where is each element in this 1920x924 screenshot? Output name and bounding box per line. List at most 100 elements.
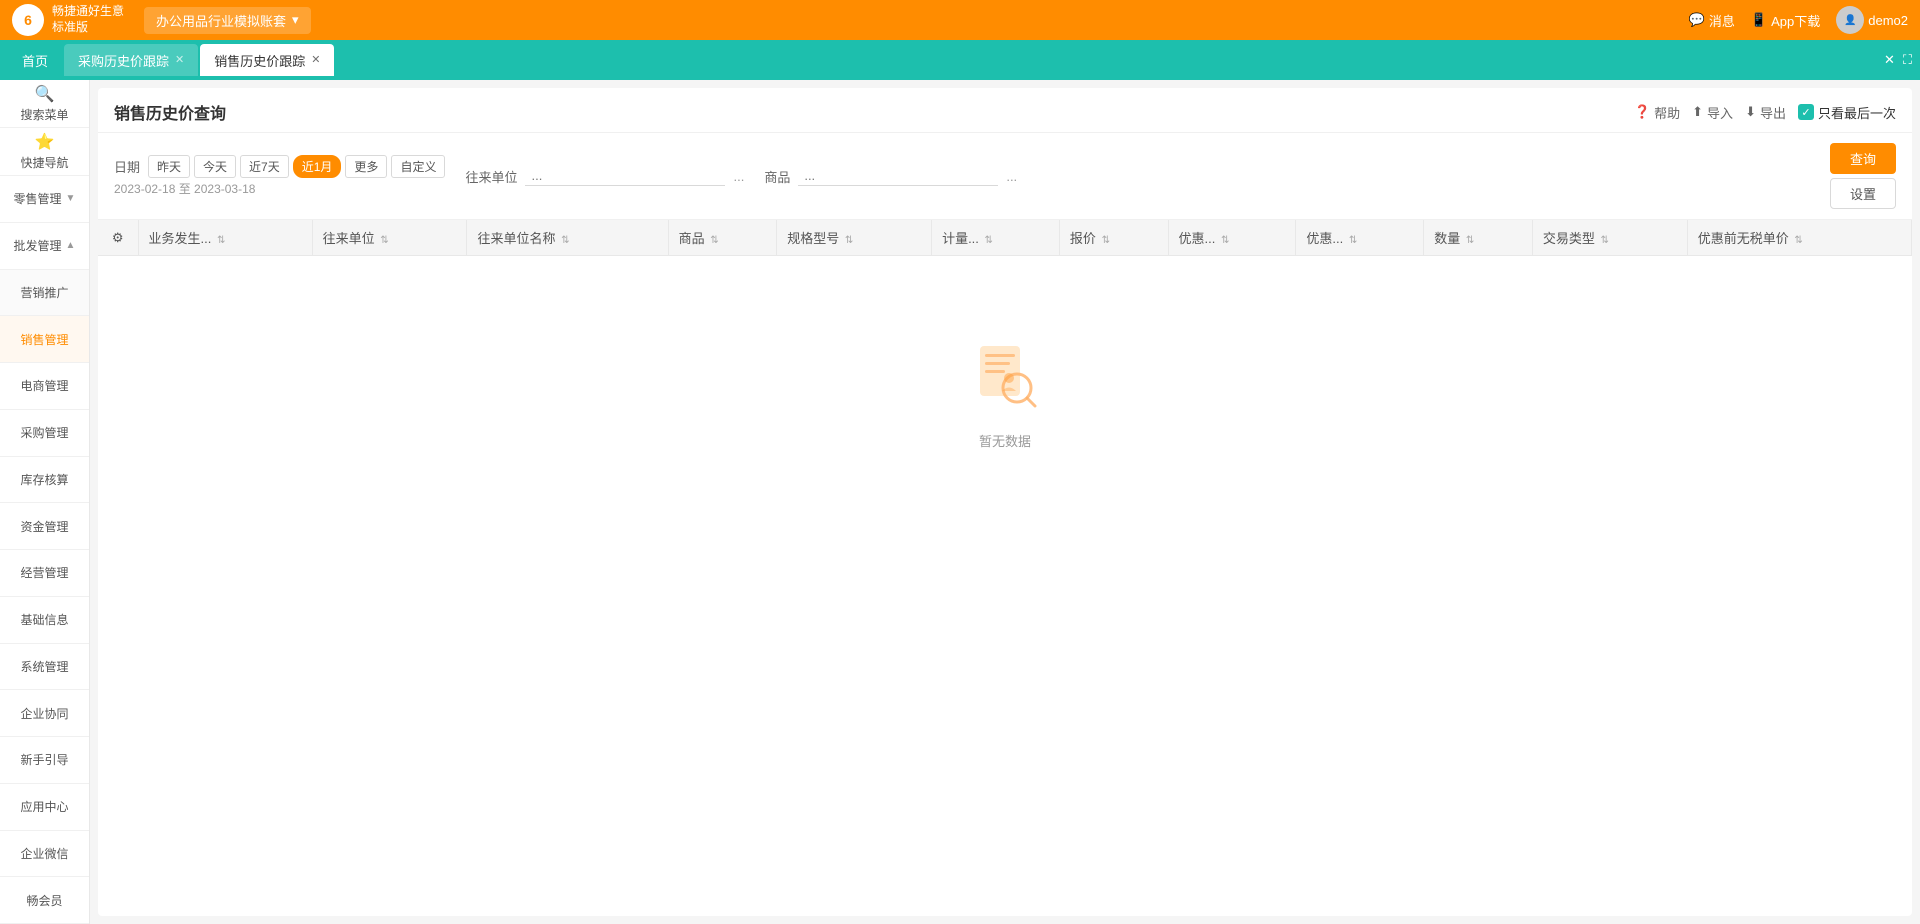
sidebar-item-member[interactable]: 畅会员 xyxy=(0,877,89,924)
date-btn-custom[interactable]: 自定义 xyxy=(391,155,445,178)
date-btn-today[interactable]: 今天 xyxy=(194,155,236,178)
help-btn[interactable]: ❓ 帮助 xyxy=(1634,103,1680,122)
sidebar-item-system[interactable]: 系统管理 xyxy=(0,644,89,691)
date-btn-more[interactable]: 更多 xyxy=(345,155,387,178)
tab-close-all-icon[interactable]: ✕ xyxy=(1884,52,1895,68)
sidebar-item-sales-mgmt[interactable]: 销售管理 xyxy=(0,316,89,363)
sidebar-item-search[interactable]: 🔍 搜索菜单 xyxy=(0,80,89,128)
sidebar-operations-label: 经营管理 xyxy=(20,564,68,581)
table-col-discount-amt[interactable]: 优惠... ⇅ xyxy=(1296,220,1424,256)
logo-icon: 6 xyxy=(12,4,44,36)
discount-amt-col-label: 优惠... xyxy=(1306,231,1343,246)
workspace-name: 办公用品行业模拟账套 xyxy=(156,11,286,30)
content-area: 销售历史价查询 ❓ 帮助 ⬆ 导入 ⬇ 导出 ✓ xyxy=(90,80,1920,924)
table-header-row: ⚙ 业务发生... ⇅ 往来单位 ⇅ 往来单位名称 ⇅ xyxy=(98,220,1912,256)
purchase-history-tab-close[interactable]: ✕ xyxy=(175,55,184,66)
sidebar-item-quick-nav[interactable]: ⭐ 快捷导航 xyxy=(0,128,89,176)
sidebar-item-finance[interactable]: 资金管理 xyxy=(0,503,89,550)
product-filter-label: 商品 xyxy=(764,167,790,186)
partner-filter-dots: ... xyxy=(733,169,744,184)
tab-purchase-history[interactable]: 采购历史价跟踪 ✕ xyxy=(64,44,198,76)
app-download-btn[interactable]: 📱 App下载 xyxy=(1751,11,1820,30)
tab-sales-history[interactable]: 销售历史价跟踪 ✕ xyxy=(200,44,334,76)
date-btn-yesterday[interactable]: 昨天 xyxy=(148,155,190,178)
table-col-quantity[interactable]: 数量 ⇅ xyxy=(1424,220,1533,256)
trade-type-sort-icon: ⇅ xyxy=(1600,235,1608,246)
sidebar-item-guide[interactable]: 新手引导 xyxy=(0,737,89,784)
sidebar-item-operations[interactable]: 经营管理 xyxy=(0,550,89,597)
price-sort-icon: ⇅ xyxy=(1102,235,1110,246)
only-last-checkbox[interactable]: ✓ xyxy=(1798,104,1814,120)
sidebar-ecommerce-label: 电商管理 xyxy=(20,377,68,394)
sidebar-item-purchase[interactable]: 采购管理 xyxy=(0,410,89,457)
sales-history-tab-close[interactable]: ✕ xyxy=(311,55,320,66)
table-col-discount-rate[interactable]: 优惠... ⇅ xyxy=(1168,220,1296,256)
table-col-trade-type[interactable]: 交易类型 ⇅ xyxy=(1532,220,1687,256)
sidebar-quick-nav-label: 快捷导航 xyxy=(20,154,68,171)
logo-text-line2: 标准版 xyxy=(52,20,124,36)
help-icon: ❓ xyxy=(1634,104,1650,120)
export-label: 导出 xyxy=(1760,103,1786,122)
discount-rate-col-label: 优惠... xyxy=(1179,231,1216,246)
sidebar-marketing-label: 营销推广 xyxy=(20,284,68,301)
date-filter-group: 日期 昨天 今天 近7天 近1月 更多 自定义 2023-02-18 至 202… xyxy=(114,155,445,197)
sidebar-retail-label: 零售管理 xyxy=(14,190,62,207)
sidebar-item-enterprise[interactable]: 企业协同 xyxy=(0,690,89,737)
date-range-display: 2023-02-18 至 2023-03-18 xyxy=(114,180,445,197)
sidebar-sales-mgmt-label: 销售管理 xyxy=(20,331,68,348)
chevron-up-icon: ▲ xyxy=(66,240,76,251)
sidebar-item-marketing[interactable]: 营销推广 xyxy=(0,270,89,317)
sidebar-item-basic-info[interactable]: 基础信息 xyxy=(0,597,89,644)
sidebar-item-ecommerce[interactable]: 电商管理 xyxy=(0,363,89,410)
top-header: 6 畅捷通好生意 标准版 办公用品行业模拟账套 ▾ 💬 消息 📱 App下载 👤… xyxy=(0,0,1920,40)
table-col-product[interactable]: 商品 ⇅ xyxy=(668,220,777,256)
query-button[interactable]: 查询 xyxy=(1830,143,1896,174)
filter-bar: 日期 昨天 今天 近7天 近1月 更多 自定义 2023-02-18 至 202… xyxy=(98,133,1912,220)
date-btn-1month[interactable]: 近1月 xyxy=(293,155,342,178)
page-header-actions: ❓ 帮助 ⬆ 导入 ⬇ 导出 ✓ 只看最后一次 xyxy=(1634,103,1896,122)
biz-date-col-label: 业务发生... xyxy=(149,231,212,246)
partner-filter-label: 往来单位 xyxy=(465,167,517,186)
logo-text-line1: 畅捷通好生意 xyxy=(52,4,124,20)
sidebar-wechat-label: 企业微信 xyxy=(20,845,68,862)
table-col-spec[interactable]: 规格型号 ⇅ xyxy=(777,220,932,256)
product-filter-input[interactable] xyxy=(798,166,998,186)
sidebar-guide-label: 新手引导 xyxy=(20,751,68,768)
sidebar-item-inventory[interactable]: 库存核算 xyxy=(0,457,89,504)
table-col-partner-code[interactable]: 往来单位 ⇅ xyxy=(312,220,467,256)
help-label: 帮助 xyxy=(1654,103,1680,122)
empty-text: 暂无数据 xyxy=(979,431,1031,450)
workspace-selector[interactable]: 办公用品行业模拟账套 ▾ xyxy=(144,7,311,34)
setting-button[interactable]: 设置 xyxy=(1830,178,1896,209)
tab-home[interactable]: 首页 xyxy=(8,44,62,76)
sidebar-item-wholesale[interactable]: 批发管理 ▲ xyxy=(0,223,89,270)
sales-history-tab-label: 销售历史价跟踪 xyxy=(214,51,305,70)
table-col-pre-tax-price[interactable]: 优惠前无税单价 ⇅ xyxy=(1687,220,1911,256)
tab-bar-actions: ✕ ⛶ xyxy=(1884,52,1912,68)
home-tab-label: 首页 xyxy=(22,51,48,70)
table-col-price[interactable]: 报价 ⇅ xyxy=(1059,220,1168,256)
date-btn-7days[interactable]: 近7天 xyxy=(240,155,289,178)
export-btn[interactable]: ⬇ 导出 xyxy=(1745,103,1786,122)
star-icon: ⭐ xyxy=(35,132,55,152)
table-col-partner-name[interactable]: 往来单位名称 ⇅ xyxy=(467,220,668,256)
message-btn[interactable]: 💬 消息 xyxy=(1689,11,1735,30)
only-last-checkbox-area[interactable]: ✓ 只看最后一次 xyxy=(1798,103,1896,122)
logo-area: 6 畅捷通好生意 标准版 xyxy=(12,4,124,36)
partner-filter-input[interactable] xyxy=(525,166,725,186)
tab-expand-icon[interactable]: ⛶ xyxy=(1903,52,1912,68)
pre-tax-price-sort-icon: ⇅ xyxy=(1794,235,1802,246)
header-right: 💬 消息 📱 App下载 👤 demo2 xyxy=(1689,6,1908,34)
table-col-unit[interactable]: 计量... ⇅ xyxy=(932,220,1060,256)
sidebar-item-app-center[interactable]: 应用中心 xyxy=(0,784,89,831)
user-profile[interactable]: 👤 demo2 xyxy=(1836,6,1908,34)
partner-name-col-label: 往来单位名称 xyxy=(477,231,555,246)
table-col-gear[interactable]: ⚙ xyxy=(98,220,138,256)
table-col-biz-date[interactable]: 业务发生... ⇅ xyxy=(138,220,312,256)
page-title: 销售历史价查询 xyxy=(114,100,226,124)
spec-sort-icon: ⇅ xyxy=(845,235,853,246)
import-btn[interactable]: ⬆ 导入 xyxy=(1692,103,1733,122)
sidebar-item-wechat[interactable]: 企业微信 xyxy=(0,831,89,878)
sidebar-item-retail[interactable]: 零售管理 ▼ xyxy=(0,176,89,223)
unit-sort-icon: ⇅ xyxy=(985,235,993,246)
